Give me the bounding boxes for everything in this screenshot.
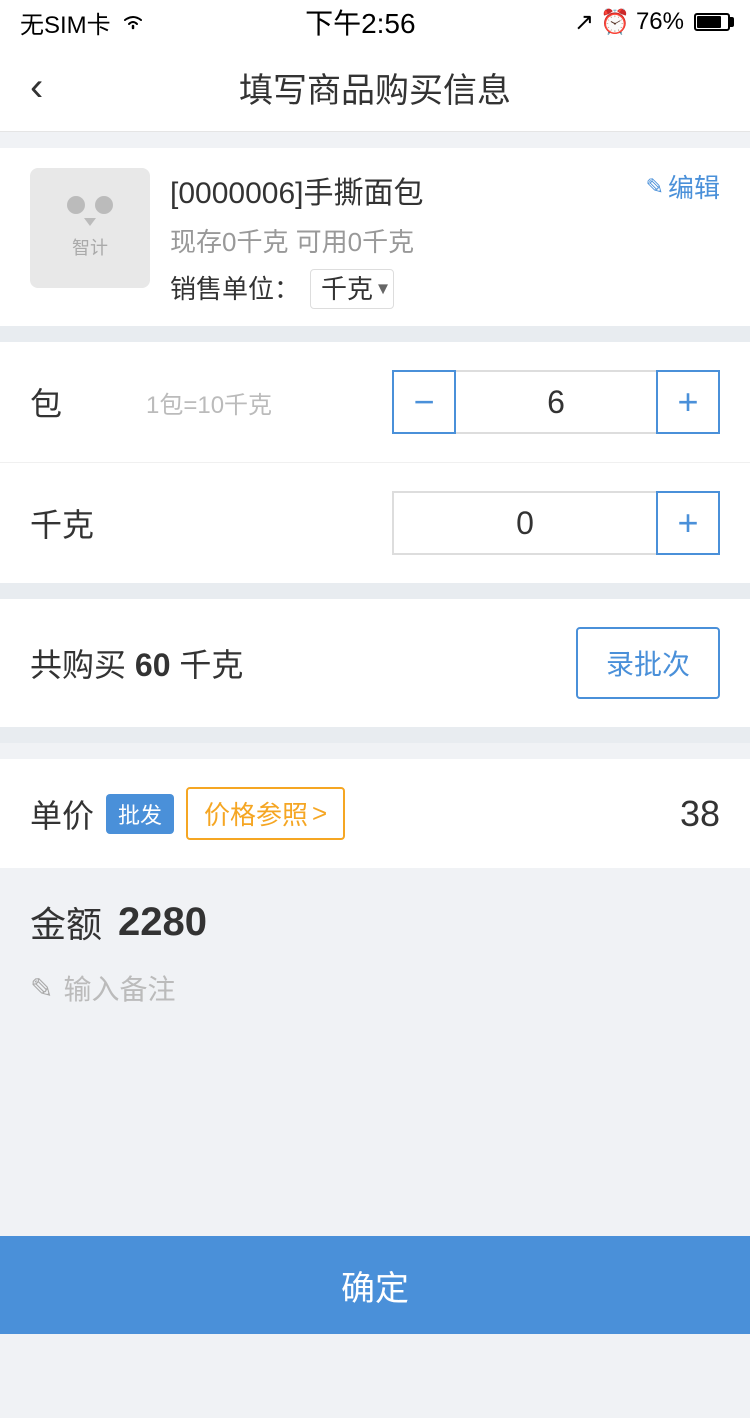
- pencil-note-icon: ✎: [30, 972, 53, 1005]
- status-time: 下午2:56: [305, 2, 416, 42]
- alarm-icon: ⏰: [600, 8, 630, 37]
- location-icon: ↗: [574, 8, 594, 37]
- amount-value: 2280: [118, 900, 207, 945]
- unit-label: 销售单位：: [170, 269, 300, 306]
- bag-label: 包: [30, 379, 130, 425]
- kg-label: 千克: [30, 500, 130, 546]
- unit-select-wrapper[interactable]: 千克: [310, 269, 394, 306]
- bag-minus-button[interactable]: −: [392, 370, 456, 434]
- total-amount: 60: [135, 647, 171, 683]
- separator-1: [0, 326, 750, 342]
- page-title: 填写商品购买信息: [239, 63, 511, 112]
- nav-bar: ‹ 填写商品购买信息: [0, 44, 750, 132]
- bag-plus-button[interactable]: +: [656, 370, 720, 434]
- kg-input[interactable]: [392, 491, 656, 555]
- bag-input[interactable]: [456, 370, 656, 434]
- price-label: 单价: [30, 791, 94, 837]
- carrier-text: 无SIM卡: [20, 5, 111, 40]
- product-stock: 现存0千克 可用0千克: [170, 222, 720, 259]
- bag-row: 包 1包=10千克 − +: [0, 342, 750, 463]
- chevron-right-icon: >: [312, 798, 327, 829]
- product-card: 智计 [0000006]手撕面包 ✎ 编辑 现存0千克 可用0千克 销售单位： …: [0, 148, 750, 326]
- price-ref-button[interactable]: 价格参照 >: [186, 787, 345, 840]
- bag-hint: 1包=10千克: [146, 385, 392, 420]
- total-text: 共购买 60 千克: [30, 640, 576, 686]
- status-right: ↗ ⏰ 76%: [574, 8, 730, 37]
- price-row: 单价 批发 价格参照 > 38: [30, 787, 720, 840]
- battery-percent: 76%: [636, 8, 684, 36]
- edit-button[interactable]: ✎ 编辑: [646, 168, 720, 205]
- price-value: 38: [680, 793, 720, 835]
- note-placeholder: 输入备注: [63, 968, 175, 1008]
- wifi-icon: [119, 12, 147, 32]
- amount-section: 金额 2280 ✎ 输入备注: [0, 868, 750, 1018]
- price-type-tag: 批发: [106, 794, 174, 834]
- batch-button[interactable]: 录批次: [576, 627, 720, 699]
- edit-label: 编辑: [668, 168, 720, 205]
- note-row[interactable]: ✎ 输入备注: [30, 968, 720, 1008]
- separator-2: [0, 583, 750, 599]
- owl-logo: 智计: [67, 196, 113, 260]
- kg-row: 千克 +: [0, 463, 750, 583]
- amount-row: 金额 2280: [30, 896, 720, 948]
- input-section: 包 1包=10千克 − + 千克 +: [0, 342, 750, 583]
- amount-label: 金额: [30, 896, 102, 948]
- status-left: 无SIM卡: [20, 5, 147, 40]
- pencil-icon: ✎: [646, 174, 664, 200]
- bag-stepper: − +: [392, 370, 720, 434]
- separator-3: [0, 727, 750, 743]
- product-unit-row: 销售单位： 千克: [170, 269, 720, 306]
- kg-stepper: +: [392, 491, 720, 555]
- content-spacer: [0, 1018, 750, 1418]
- kg-plus-button[interactable]: +: [656, 491, 720, 555]
- status-bar: 无SIM卡 下午2:56 ↗ ⏰ 76%: [0, 0, 750, 44]
- product-thumbnail: 智计: [30, 168, 150, 288]
- price-section: 单价 批发 价格参照 > 38: [0, 759, 750, 868]
- product-info: [0000006]手撕面包 ✎ 编辑 现存0千克 可用0千克 销售单位： 千克: [170, 168, 720, 306]
- battery-icon: [694, 13, 730, 31]
- total-row: 共购买 60 千克 录批次: [0, 599, 750, 727]
- unit-select[interactable]: 千克: [310, 269, 394, 309]
- confirm-button[interactable]: 确定: [0, 1236, 750, 1334]
- price-ref-label: 价格参照: [204, 795, 308, 832]
- product-name: [0000006]手撕面包: [170, 168, 423, 212]
- back-button[interactable]: ‹: [30, 65, 90, 110]
- confirm-label: 确定: [341, 1261, 409, 1310]
